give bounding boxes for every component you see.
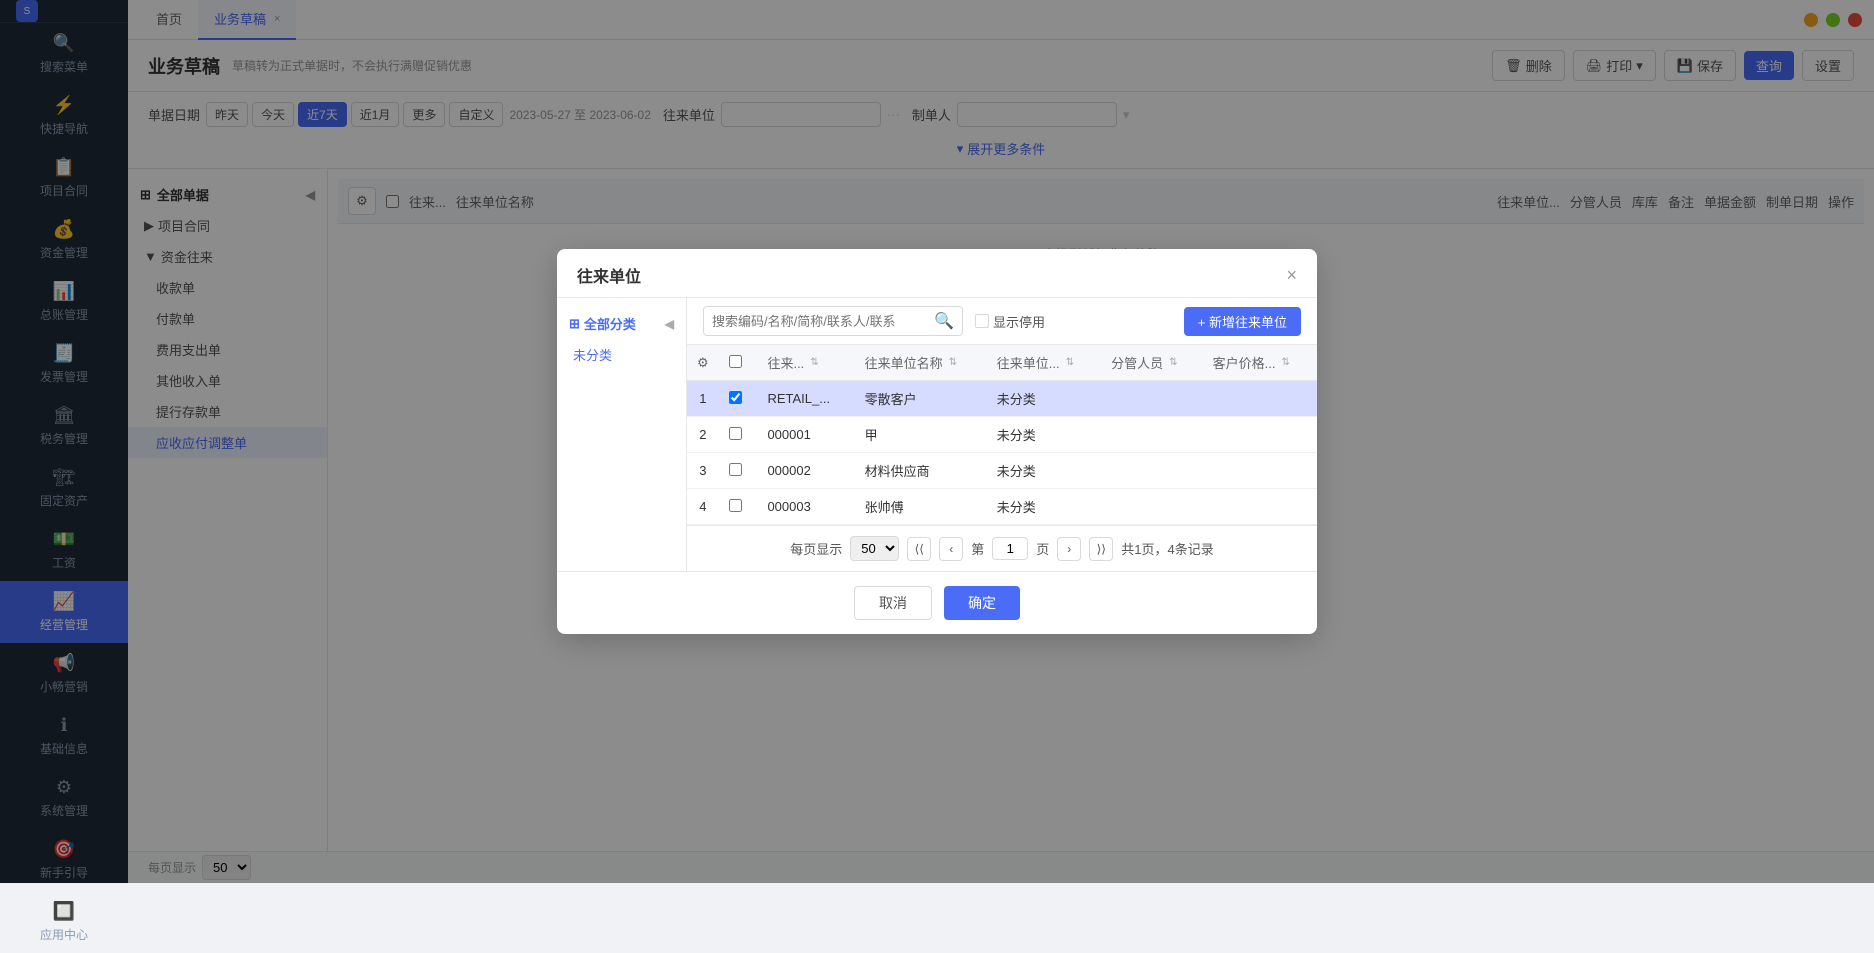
row-checkbox[interactable]	[729, 499, 742, 512]
row-checkbox-cell[interactable]	[719, 489, 758, 525]
show-disabled-label: 显示停用	[993, 312, 1045, 331]
row-name: 甲	[855, 417, 987, 453]
page-label: 第	[971, 539, 984, 558]
total-label: 共1页，4条记录	[1121, 539, 1213, 558]
confirm-button[interactable]: 确定	[944, 586, 1020, 620]
th-category-label: 往来单位...	[997, 353, 1060, 372]
row-category: 未分类	[987, 381, 1101, 417]
dialog-footer: 取消 确定	[557, 571, 1317, 634]
sidebar-item-app-center[interactable]: 🔲 应用中心	[0, 891, 128, 953]
row-code: 000001	[757, 417, 854, 453]
row-name: 零散客户	[855, 381, 987, 417]
th-price-label: 客户价格...	[1213, 353, 1276, 372]
row-checkbox[interactable]	[729, 391, 742, 404]
row-manager	[1101, 489, 1203, 525]
row-category: 未分类	[987, 417, 1101, 453]
dialog-sidebar: ⊞ 全部分类 ◀ 未分类	[557, 298, 687, 571]
app-center-icon: 🔲	[53, 901, 75, 922]
row-category: 未分类	[987, 453, 1101, 489]
dialog-pagination: 每页显示 50 ⟨⟨ ‹ 第 页 › ⟩⟩ 共1页，4条记录	[687, 525, 1317, 571]
row-num: 2	[687, 417, 719, 453]
grid-icon-dialog: ⊞	[569, 316, 580, 332]
dialog-close-button[interactable]: ×	[1286, 265, 1297, 286]
modal-overlay: 往来单位 × ⊞ 全部分类 ◀ 未分类	[0, 0, 1874, 883]
dialog-sidebar-item-label: 未分类	[573, 348, 612, 363]
dialog-sidebar-title: 全部分类	[584, 314, 636, 333]
th-manager-label: 分管人员	[1111, 353, 1163, 372]
dialog-body: ⊞ 全部分类 ◀ 未分类 🔍 显示停用	[557, 298, 1317, 571]
prev-page-btn[interactable]: ‹	[939, 537, 963, 561]
th-code-label: 往来...	[767, 353, 804, 372]
search-icon: 🔍	[934, 311, 954, 331]
dialog-sidebar-collapse-btn[interactable]: ◀	[665, 317, 674, 331]
th-name: 往来单位名称 ⇅	[855, 345, 987, 381]
row-price	[1203, 381, 1317, 417]
row-manager	[1101, 417, 1203, 453]
th-code: 往来... ⇅	[757, 345, 854, 381]
th-code-sort-icon: ⇅	[810, 357, 818, 368]
row-name: 张帅傅	[855, 489, 987, 525]
first-page-btn[interactable]: ⟨⟨	[907, 537, 931, 561]
partner-dialog: 往来单位 × ⊞ 全部分类 ◀ 未分类	[557, 249, 1317, 634]
dialog-search-bar: 🔍 显示停用 + 新增往来单位	[687, 298, 1317, 345]
partner-table: ⚙ 往来... ⇅ 往来单位名称	[687, 345, 1317, 525]
dialog-header: 往来单位 ×	[557, 249, 1317, 298]
row-price	[1203, 453, 1317, 489]
th-price: 客户价格... ⇅	[1203, 345, 1317, 381]
row-checkbox-cell[interactable]	[719, 453, 758, 489]
th-name-label: 往来单位名称	[865, 353, 943, 372]
th-category-sort-icon: ⇅	[1066, 357, 1074, 368]
row-checkbox-cell[interactable]	[719, 417, 758, 453]
row-checkbox[interactable]	[729, 463, 742, 476]
sidebar-item-label: 应用中心	[40, 926, 88, 943]
row-checkbox-cell[interactable]	[719, 381, 758, 417]
table-select-all-dialog[interactable]	[729, 355, 742, 368]
th-settings: ⚙	[687, 345, 719, 381]
th-price-sort-icon: ⇅	[1281, 357, 1289, 368]
show-disabled-checkbox[interactable]	[975, 314, 989, 328]
th-category: 往来单位... ⇅	[987, 345, 1101, 381]
row-code: 000003	[757, 489, 854, 525]
row-code: RETAIL_...	[757, 381, 854, 417]
row-category: 未分类	[987, 489, 1101, 525]
row-num: 3	[687, 453, 719, 489]
table-row[interactable]: 2 000001 甲 未分类	[687, 417, 1317, 453]
table-header-row: ⚙ 往来... ⇅ 往来单位名称	[687, 345, 1317, 381]
th-manager-sort-icon: ⇅	[1169, 357, 1177, 368]
row-num: 4	[687, 489, 719, 525]
dialog-sidebar-item-unclassified[interactable]: 未分类	[557, 339, 686, 370]
row-manager	[1101, 453, 1203, 489]
show-disabled-group: 显示停用	[975, 312, 1045, 331]
row-price	[1203, 489, 1317, 525]
th-manager: 分管人员 ⇅	[1101, 345, 1203, 381]
per-page-select[interactable]: 50	[850, 536, 899, 561]
th-name-sort-icon: ⇅	[949, 357, 957, 368]
last-page-btn[interactable]: ⟩⟩	[1089, 537, 1113, 561]
search-input-wrap: 🔍	[703, 306, 963, 336]
add-partner-button[interactable]: + 新增往来单位	[1184, 307, 1301, 336]
dialog-sidebar-header: ⊞ 全部分类 ◀	[557, 308, 686, 339]
table-row[interactable]: 4 000003 张帅傅 未分类	[687, 489, 1317, 525]
cancel-button[interactable]: 取消	[854, 586, 932, 620]
th-checkbox	[719, 345, 758, 381]
per-page-label: 每页显示	[790, 539, 842, 558]
table-row[interactable]: 3 000002 材料供应商 未分类	[687, 453, 1317, 489]
row-price	[1203, 417, 1317, 453]
row-manager	[1101, 381, 1203, 417]
page-unit-label: 页	[1036, 539, 1049, 558]
dialog-table-area: 🔍 显示停用 + 新增往来单位 ⚙	[687, 298, 1317, 571]
page-input[interactable]	[992, 537, 1028, 560]
row-num: 1	[687, 381, 719, 417]
row-code: 000002	[757, 453, 854, 489]
next-page-btn[interactable]: ›	[1057, 537, 1081, 561]
dialog-search-input[interactable]	[712, 314, 934, 329]
table-row[interactable]: 1 RETAIL_... 零散客户 未分类	[687, 381, 1317, 417]
row-name: 材料供应商	[855, 453, 987, 489]
settings-col-icon: ⚙	[697, 355, 709, 370]
row-checkbox[interactable]	[729, 427, 742, 440]
dialog-title: 往来单位	[577, 263, 641, 287]
